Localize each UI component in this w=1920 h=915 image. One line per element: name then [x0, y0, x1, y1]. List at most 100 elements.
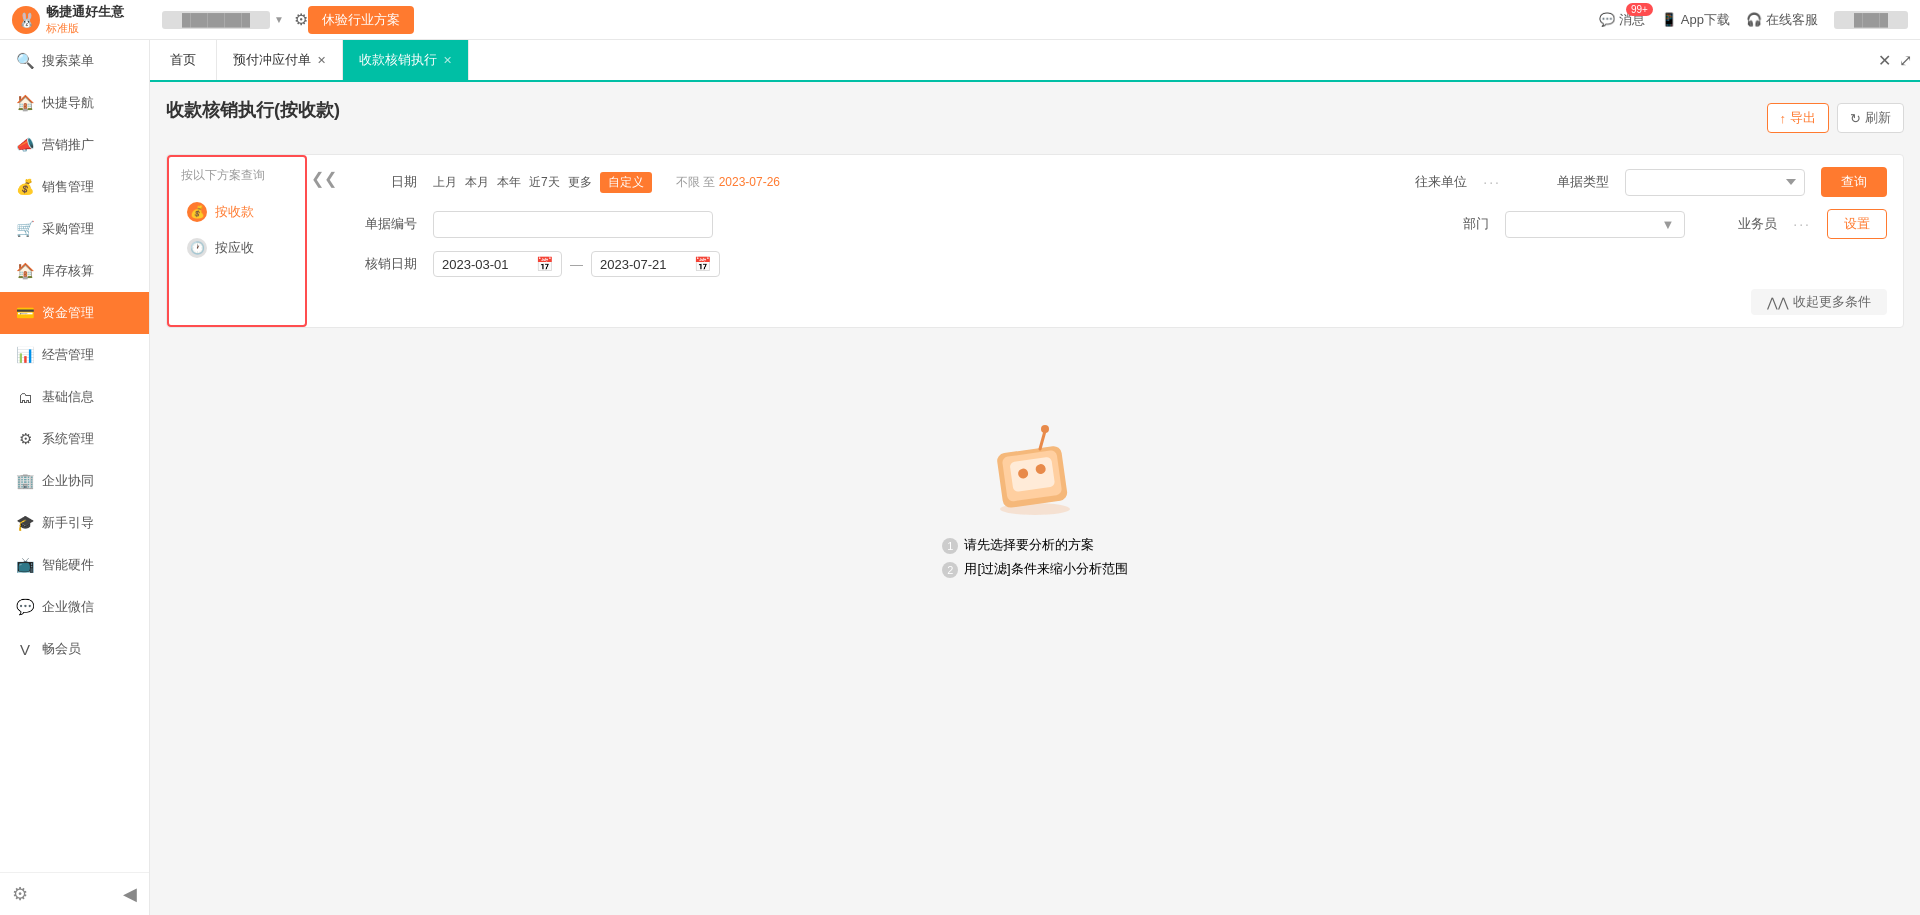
doc-no-label: 单据编号 [357, 215, 417, 233]
app-name: 畅捷通好生意 [46, 3, 124, 21]
left-collapse-icon[interactable]: ❮❮ [311, 169, 337, 188]
chevron-down-icon: ▼ [274, 14, 284, 25]
tab-prepay[interactable]: 预付冲应付单 ✕ [217, 40, 343, 80]
date-shortcuts: 上月 本月 本年 近7天 更多 自定义 [433, 172, 652, 193]
sidebar-item-hardware[interactable]: 📺 智能硬件 [0, 544, 149, 586]
sidebar-label-guide: 新手引导 [42, 514, 94, 532]
sidebar-item-corp[interactable]: 🏢 企业协同 [0, 460, 149, 502]
sidebar-item-wechat[interactable]: 💬 企业微信 [0, 586, 149, 628]
collapse-chevron-icon: ⋀⋀ [1767, 295, 1789, 310]
home-icon: 🏠 [16, 94, 34, 112]
page-header: 收款核销执行(按收款) ↑ 导出 ↻ 刷新 [166, 98, 1904, 138]
sidebar-item-member[interactable]: V 畅会员 [0, 628, 149, 670]
tab-prepay-label: 预付冲应付单 [233, 51, 311, 69]
expand-icon[interactable]: ⤢ [1899, 51, 1912, 70]
empty-svg [980, 409, 1090, 519]
sidebar-item-basic[interactable]: 🗂 基础信息 [0, 376, 149, 418]
doc-no-input[interactable] [433, 211, 713, 238]
sidebar-label-wechat: 企业微信 [42, 598, 94, 616]
collapse-more-label: 收起更多条件 [1793, 293, 1871, 311]
guide-icon: 🎓 [16, 514, 34, 532]
verify-start-input-group[interactable]: 📅 [433, 251, 562, 277]
setting-button[interactable]: 设置 [1827, 209, 1887, 239]
date-this-year[interactable]: 本年 [497, 174, 521, 191]
online-service-button[interactable]: 🎧 在线客服 [1746, 11, 1818, 29]
verify-start-input[interactable] [442, 257, 532, 272]
collapse-more-button[interactable]: ⋀⋀ 收起更多条件 [1751, 289, 1887, 315]
sidebar-item-marketing[interactable]: 📣 营销推广 [0, 124, 149, 166]
close-tab-icon[interactable]: ✕ [1878, 51, 1891, 70]
logo: 🐰 畅捷通好生意 标准版 [12, 3, 162, 36]
top-bar-right: 💬 消息 99+ 📱 App下载 🎧 在线客服 ████ [1599, 11, 1908, 29]
refresh-button[interactable]: ↻ 刷新 [1837, 103, 1904, 133]
counterpart-dots[interactable]: ··· [1483, 174, 1501, 190]
date-more[interactable]: 更多 [568, 174, 592, 191]
top-bar: 🐰 畅捷通好生意 标准版 ████████ ▼ ⚙ 休验行业方案 💬 消息 99… [0, 0, 1920, 40]
tab-home-label: 首页 [170, 51, 196, 69]
calendar-end-icon[interactable]: 📅 [694, 256, 711, 272]
close-icon[interactable]: ✕ [317, 54, 326, 67]
query-button[interactable]: 查询 [1821, 167, 1887, 197]
sidebar-label-basic: 基础信息 [42, 388, 94, 406]
sidebar-item-quick-nav[interactable]: 🏠 快捷导航 [0, 82, 149, 124]
verify-end-input[interactable] [600, 257, 690, 272]
date-custom[interactable]: 自定义 [600, 172, 652, 193]
doc-type-label: 单据类型 [1549, 173, 1609, 191]
date-last-7days[interactable]: 近7天 [529, 174, 560, 191]
sidebar-item-inventory[interactable]: 🏠 库存核算 [0, 250, 149, 292]
tab-bar: 首页 预付冲应付单 ✕ 收款核销执行 ✕ ✕ ⤢ [150, 40, 1920, 82]
query-by-receivable[interactable]: 🕐 按应收 [177, 230, 297, 266]
gear-icon[interactable]: ⚙ [294, 10, 308, 29]
sidebar-item-system[interactable]: ⚙ 系统管理 [0, 418, 149, 460]
headphone-icon: 🎧 [1746, 12, 1762, 27]
sidebar-item-finance[interactable]: 💳 资金管理 [0, 292, 149, 334]
dept-select[interactable]: ▼ [1505, 211, 1685, 238]
staff-dots[interactable]: ··· [1793, 216, 1811, 232]
date-this-month[interactable]: 本月 [465, 174, 489, 191]
sidebar-item-search-menu[interactable]: 🔍 搜索菜单 [0, 40, 149, 82]
verify-date-range: 📅 — 📅 [433, 251, 720, 277]
doc-type-select[interactable] [1625, 169, 1805, 196]
verify-end-input-group[interactable]: 📅 [591, 251, 720, 277]
calendar-start-icon[interactable]: 📅 [536, 256, 553, 272]
app-download-button[interactable]: 📱 App下载 [1661, 11, 1730, 29]
message-button[interactable]: 💬 消息 99+ [1599, 11, 1645, 29]
sidebar-item-guide[interactable]: 🎓 新手引导 [0, 502, 149, 544]
refresh-label: 刷新 [1865, 109, 1891, 127]
tab-home[interactable]: 首页 [150, 40, 217, 80]
export-button[interactable]: ↑ 导出 [1767, 103, 1830, 133]
empty-state: 1 请先选择要分析的方案 2 用[过滤]条件来缩小分析范围 [166, 344, 1904, 638]
sidebar-label-marketing: 营销推广 [42, 136, 94, 154]
sidebar-label-hardware: 智能硬件 [42, 556, 94, 574]
industry-button[interactable]: 休验行业方案 [308, 6, 414, 34]
refresh-icon: ↻ [1850, 111, 1861, 126]
tip-num-2: 2 [942, 562, 958, 578]
company-selector[interactable]: ████████ ▼ [162, 11, 284, 29]
system-icon: ⚙ [16, 430, 34, 448]
app-label: App下载 [1681, 11, 1730, 29]
tip-text-1: 请先选择要分析的方案 [964, 536, 1094, 554]
sidebar-label-finance: 资金管理 [42, 304, 94, 322]
export-label: 导出 [1790, 109, 1816, 127]
sidebar-item-sales[interactable]: 💰 销售管理 [0, 166, 149, 208]
settings-icon[interactable]: ⚙ [12, 883, 28, 905]
empty-illustration [975, 404, 1095, 524]
user-area[interactable]: ████ [1834, 11, 1908, 29]
date-last-month[interactable]: 上月 [433, 174, 457, 191]
sidebar-label-purchase: 采购管理 [42, 220, 94, 238]
collapse-sidebar-icon[interactable]: ◀ [123, 883, 137, 905]
counterpart-label: 往来单位 [1407, 173, 1467, 191]
date-no-limit: 不限 至 2023-07-26 [676, 174, 780, 191]
query-by-receipt[interactable]: 💰 按收款 [177, 194, 297, 230]
collapse-arrow[interactable]: ❮❮ [307, 155, 341, 327]
sidebar-label-search-menu: 搜索菜单 [42, 52, 94, 70]
tip-text-2: 用[过滤]条件来缩小分析范围 [964, 560, 1127, 578]
sidebar-bottom: ⚙ ◀ [0, 872, 149, 915]
tab-receipt-verify[interactable]: 收款核销执行 ✕ [343, 40, 469, 80]
sidebar-item-operation[interactable]: 📊 经营管理 [0, 334, 149, 376]
main-layout: 🔍 搜索菜单 🏠 快捷导航 📣 营销推广 💰 销售管理 🛒 采购管理 🏠 库存核… [0, 40, 1920, 915]
wechat-icon: 💬 [16, 598, 34, 616]
sidebar-item-purchase[interactable]: 🛒 采购管理 [0, 208, 149, 250]
close-icon[interactable]: ✕ [443, 54, 452, 67]
verify-date-label: 核销日期 [357, 255, 417, 273]
